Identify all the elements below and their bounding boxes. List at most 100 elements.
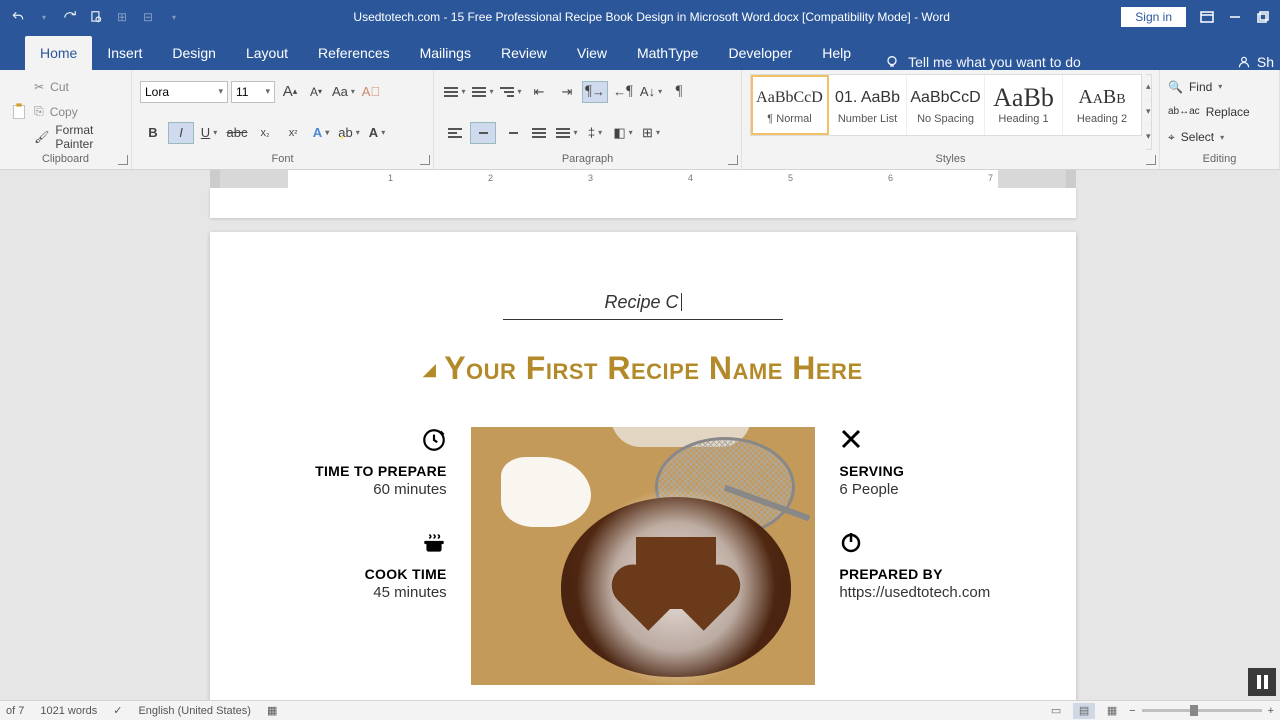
clipboard-launcher-icon[interactable] [118, 155, 128, 165]
font-name-select[interactable]: Lora▾ [140, 81, 228, 103]
shading-button[interactable]: ◧ [610, 122, 636, 144]
distributed-button[interactable] [554, 122, 580, 144]
bullets-button[interactable] [442, 81, 468, 103]
highlight-button[interactable]: ab [336, 122, 362, 144]
styles-scroll[interactable]: ▴▾▾ [1146, 74, 1152, 150]
recipe-image[interactable] [471, 427, 816, 685]
change-case-button[interactable]: Aa [331, 81, 356, 103]
numbering-button[interactable] [470, 81, 496, 103]
macro-icon[interactable]: ▦ [267, 704, 277, 717]
line-spacing-button[interactable]: ‡ [582, 122, 608, 144]
subscript-button[interactable]: x [252, 122, 278, 144]
grow-font-button[interactable]: A▴ [279, 81, 301, 103]
redo-icon[interactable] [62, 9, 78, 25]
print-layout-button[interactable]: ▤ [1073, 703, 1095, 719]
minimize-icon[interactable] [1228, 10, 1242, 24]
cut-button[interactable]: ✂Cut [34, 75, 123, 99]
font-size-select[interactable]: 11▾ [231, 81, 275, 103]
share-icon[interactable] [1237, 55, 1251, 69]
file-tab[interactable] [0, 50, 25, 70]
pause-overlay-button[interactable] [1248, 668, 1276, 696]
align-left-button[interactable] [442, 122, 468, 144]
multilevel-button[interactable] [498, 81, 524, 103]
web-layout-button[interactable]: ▦ [1101, 703, 1123, 719]
justify-button[interactable] [526, 122, 552, 144]
tab-mathtype[interactable]: MathType [622, 36, 713, 70]
style-heading-1[interactable]: AaBbHeading 1 [985, 75, 1063, 135]
ltr-button[interactable]: ¶→ [582, 81, 608, 103]
qat-icon[interactable]: ⊞ [114, 9, 130, 25]
sort-button[interactable]: A↓ [638, 81, 664, 103]
undo-more-icon[interactable]: ▾ [36, 9, 52, 25]
ruler[interactable]: 1234567 [0, 170, 1280, 188]
borders-button[interactable]: ⊞ [638, 122, 664, 144]
style-no-spacing[interactable]: AaBbCcDNo Spacing [907, 75, 985, 135]
tab-references[interactable]: References [303, 36, 405, 70]
ribbon-options-icon[interactable] [1200, 10, 1214, 24]
spellcheck-icon[interactable]: ✓ [113, 704, 122, 717]
page[interactable]: Recipe C ◢Your First Recipe Name Here TI… [210, 232, 1076, 700]
undo-icon[interactable] [10, 9, 26, 25]
qat-more-icon[interactable]: ▾ [166, 9, 182, 25]
font-color-button[interactable]: A [364, 122, 390, 144]
maximize-icon[interactable] [1256, 10, 1270, 24]
align-right-button[interactable] [498, 122, 524, 144]
style-normal[interactable]: AaBbCcD¶ Normal [751, 75, 829, 135]
styles-gallery[interactable]: AaBbCcD¶ Normal 01. AaBbNumber List AaBb… [750, 74, 1142, 136]
tab-layout[interactable]: Layout [231, 36, 303, 70]
prepared-by-value[interactable]: https://usedtotech.com [839, 584, 996, 601]
prep-time-label[interactable]: TIME TO PREPARE [290, 463, 447, 479]
recipe-title[interactable]: ◢Your First Recipe Name Here [290, 350, 996, 387]
qat-icon-2[interactable]: ⊟ [140, 9, 156, 25]
zoom-out-button[interactable]: − [1129, 705, 1135, 717]
tab-review[interactable]: Review [486, 36, 562, 70]
underline-button[interactable]: U [196, 122, 222, 144]
serving-label[interactable]: SERVING [839, 463, 996, 479]
tab-developer[interactable]: Developer [713, 36, 807, 70]
tab-view[interactable]: View [562, 36, 622, 70]
superscript-button[interactable]: x [280, 122, 306, 144]
language-indicator[interactable]: English (United States) [138, 705, 251, 717]
replace-button[interactable]: ab↔acReplace [1168, 100, 1250, 124]
copy-button[interactable]: ⎘Copy [34, 100, 123, 124]
read-mode-button[interactable]: ▭ [1045, 703, 1067, 719]
sign-in-button[interactable]: Sign in [1121, 7, 1186, 27]
font-launcher-icon[interactable] [420, 155, 430, 165]
prep-time-value[interactable]: 60 minutes [290, 481, 447, 498]
find-button[interactable]: 🔍Find▾ [1168, 75, 1250, 99]
serving-value[interactable]: 6 People [839, 481, 996, 498]
collapse-marker-icon[interactable]: ◢ [423, 362, 436, 379]
word-count[interactable]: 1021 words [40, 705, 97, 717]
styles-launcher-icon[interactable] [1146, 155, 1156, 165]
document-area[interactable]: Recipe C ◢Your First Recipe Name Here TI… [0, 188, 1280, 700]
tab-home[interactable]: Home [25, 36, 92, 70]
prepared-by-label[interactable]: PREPARED BY [839, 566, 996, 582]
paste-button[interactable] [8, 74, 30, 150]
print-preview-icon[interactable] [88, 9, 104, 25]
increase-indent-button[interactable]: ⇥ [554, 81, 580, 103]
style-number-list[interactable]: 01. AaBbNumber List [829, 75, 907, 135]
tab-help[interactable]: Help [807, 36, 866, 70]
show-marks-button[interactable]: ¶ [666, 81, 692, 103]
align-center-button[interactable] [470, 122, 496, 144]
tab-mailings[interactable]: Mailings [405, 36, 486, 70]
cook-time-label[interactable]: COOK TIME [290, 566, 447, 582]
zoom-in-button[interactable]: + [1268, 705, 1274, 717]
decrease-indent-button[interactable]: ⇤ [526, 81, 552, 103]
share-label[interactable]: Sh [1257, 54, 1274, 70]
page-indicator[interactable]: of 7 [6, 705, 24, 717]
select-button[interactable]: ⌖Select▾ [1168, 125, 1250, 149]
zoom-slider[interactable] [1142, 709, 1262, 712]
bold-button[interactable]: B [140, 122, 166, 144]
strikethrough-button[interactable]: abc [224, 122, 250, 144]
tell-me-search[interactable]: Tell me what you want to do [884, 54, 1081, 70]
tab-insert[interactable]: Insert [92, 36, 157, 70]
style-heading-2[interactable]: AaBbHeading 2 [1063, 75, 1141, 135]
shrink-font-button[interactable]: A▾ [305, 81, 327, 103]
italic-button[interactable]: I [168, 122, 194, 144]
tab-design[interactable]: Design [157, 36, 231, 70]
clear-formatting-button[interactable]: A⃠ [360, 81, 382, 103]
cook-time-value[interactable]: 45 minutes [290, 584, 447, 601]
format-painter-button[interactable]: 🖌Format Painter [34, 125, 123, 149]
text-effects-button[interactable]: A [308, 122, 334, 144]
